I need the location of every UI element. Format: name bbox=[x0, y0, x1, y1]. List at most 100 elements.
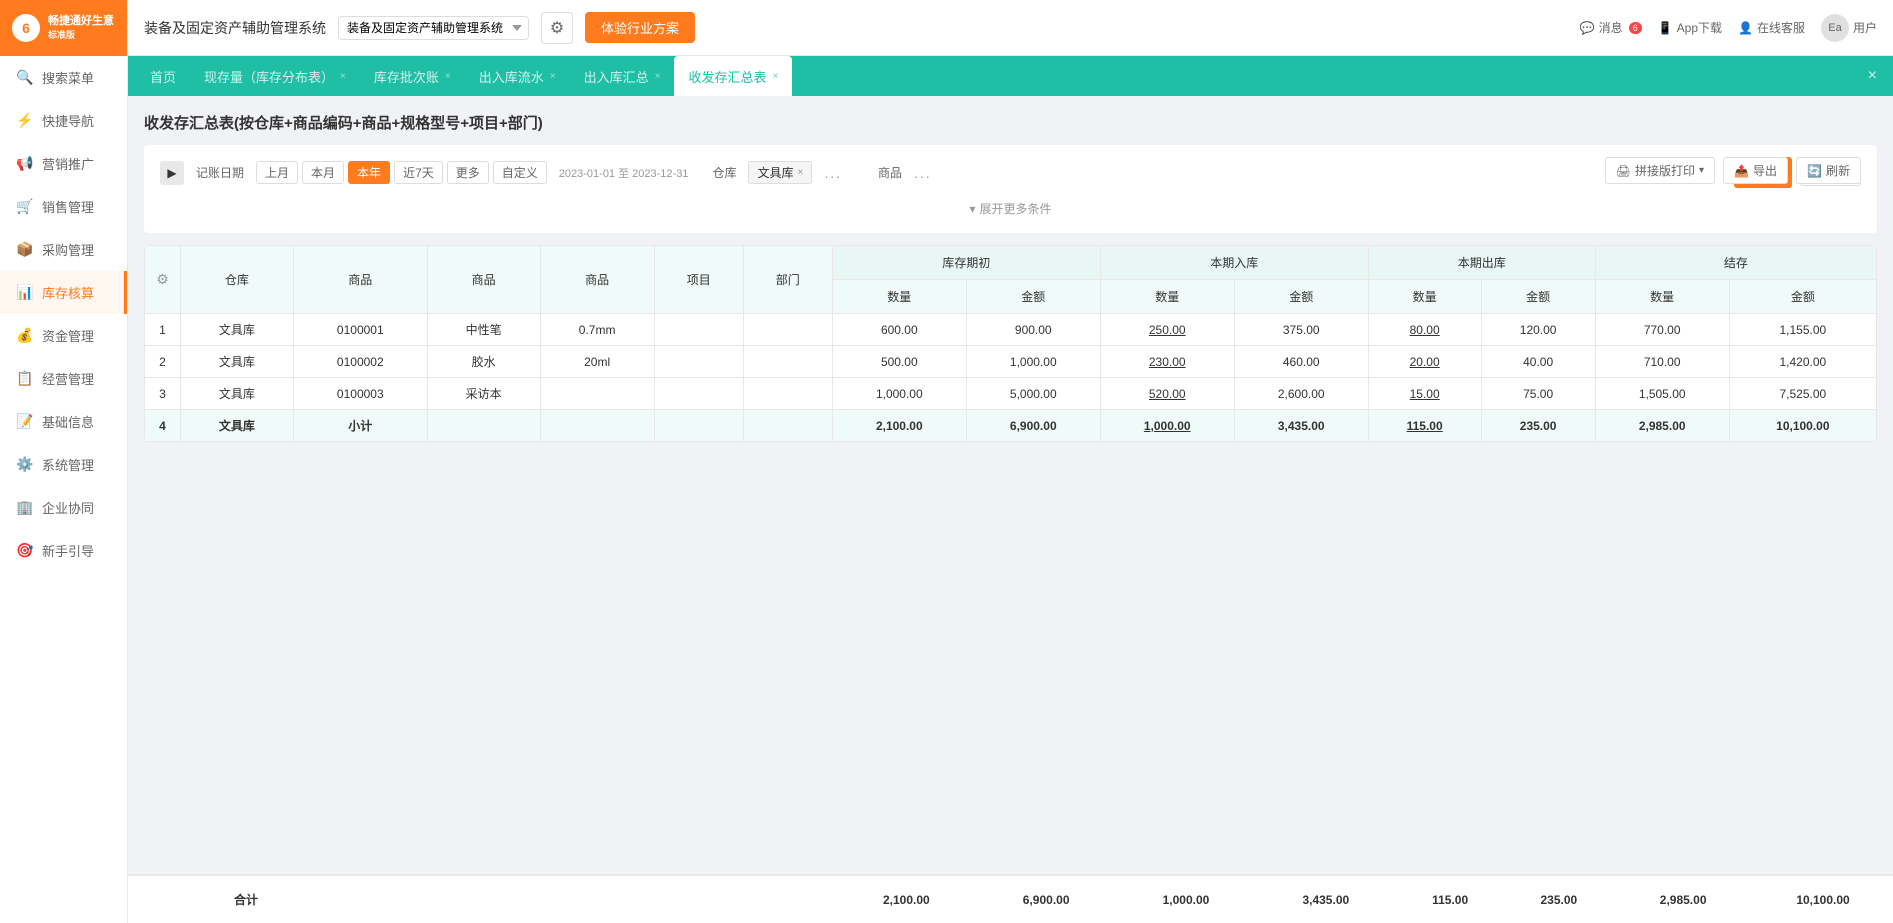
sidebar: 6 畅捷通好生意 标准版 🔍 搜索菜单 ⚡ 快捷导航 📢 营销推广 🛒 销售管理… bbox=[0, 0, 128, 923]
bottom-total-bar: 合计 2,100.00 6,900.00 1,000.00 3,435.00 1… bbox=[128, 874, 1893, 923]
sidebar-item-search[interactable]: 🔍 搜索菜单 bbox=[0, 56, 127, 99]
sidebar-item-marketing[interactable]: 📢 营销推广 bbox=[0, 142, 127, 185]
expand-btn[interactable]: ▾ 展开更多条件 bbox=[969, 200, 1051, 217]
logo-icon: 6 bbox=[12, 14, 40, 42]
phone-icon: 📱 bbox=[1658, 21, 1673, 35]
row-opening-amt: 900.00 bbox=[966, 314, 1100, 346]
export-btn[interactable]: 📤 导出 bbox=[1723, 157, 1788, 184]
warehouse-tag-close[interactable]: × bbox=[797, 167, 803, 178]
tab-recv-send[interactable]: 收发存汇总表 × bbox=[674, 56, 792, 96]
tab-flow[interactable]: 出入库流水 × bbox=[465, 56, 570, 96]
tab-home[interactable]: 首页 bbox=[136, 56, 190, 96]
row-department bbox=[743, 346, 832, 378]
user-profile-btn[interactable]: Ea 用户 bbox=[1821, 14, 1877, 42]
th-balance: 结存 bbox=[1595, 246, 1876, 280]
subtotal-in-qty[interactable]: 1,000.00 bbox=[1100, 410, 1234, 442]
data-table: ⚙ 仓库 商品 商品 商品 项目 部门 库存期初 本期入库 本期出库 结存 bbox=[144, 245, 1877, 442]
guide-icon: 🎯 bbox=[16, 542, 34, 560]
th-warehouse: 仓库 bbox=[181, 246, 294, 314]
subtotal-label: 小计 bbox=[293, 410, 427, 442]
table-row: 2 文具库 0100002 胶水 20ml 500.00 1,000.00 23… bbox=[145, 346, 1877, 378]
tab-summary[interactable]: 出入库汇总 × bbox=[570, 56, 675, 96]
th-out-amt: 金额 bbox=[1481, 280, 1595, 314]
system-selector[interactable]: 装备及固定资产辅助管理系统 bbox=[338, 16, 529, 40]
close-all-tabs-btn[interactable]: × bbox=[1852, 67, 1893, 85]
row-product-code: 0100002 bbox=[293, 346, 427, 378]
filter-toggle-btn[interactable]: ▶ bbox=[160, 161, 184, 185]
message-btn[interactable]: 💬 消息 6 bbox=[1580, 19, 1642, 36]
sidebar-item-guide[interactable]: 🎯 新手引导 bbox=[0, 529, 127, 572]
total-balance-qty: 2,985.00 bbox=[1613, 884, 1753, 915]
refresh-btn[interactable]: 🔄 刷新 bbox=[1796, 157, 1861, 184]
row-num: 3 bbox=[145, 378, 181, 410]
row-project bbox=[654, 314, 743, 346]
row-out-qty[interactable]: 80.00 bbox=[1368, 314, 1481, 346]
cart-icon: 🛒 bbox=[16, 198, 34, 216]
product-more-btn[interactable]: ... bbox=[914, 165, 932, 181]
row-out-qty[interactable]: 15.00 bbox=[1368, 378, 1481, 410]
product-label: 商品 bbox=[878, 164, 902, 181]
sidebar-item-system[interactable]: ⚙️ 系统管理 bbox=[0, 443, 127, 486]
tab-close-summary[interactable]: × bbox=[655, 71, 661, 82]
sidebar-item-sales[interactable]: 🛒 销售管理 bbox=[0, 185, 127, 228]
warehouse-more-btn[interactable]: ... bbox=[824, 165, 842, 181]
column-settings-icon[interactable]: ⚙ bbox=[156, 271, 169, 287]
row-out-amt: 75.00 bbox=[1481, 378, 1595, 410]
row-opening-qty: 600.00 bbox=[832, 314, 966, 346]
tab-close-batch[interactable]: × bbox=[445, 71, 451, 82]
inventory-icon: 📊 bbox=[16, 284, 34, 302]
row-product-name: 采访本 bbox=[427, 378, 540, 410]
sidebar-item-quick-nav[interactable]: ⚡ 快捷导航 bbox=[0, 99, 127, 142]
sidebar-item-operations[interactable]: 📋 经营管理 bbox=[0, 357, 127, 400]
tab-close-recv-send[interactable]: × bbox=[772, 71, 778, 82]
row-num: 1 bbox=[145, 314, 181, 346]
print-btn[interactable]: 🖨 拼接版打印 ▾ bbox=[1605, 157, 1715, 184]
row-balance-qty: 770.00 bbox=[1595, 314, 1729, 346]
row-out-amt: 40.00 bbox=[1481, 346, 1595, 378]
row-in-qty[interactable]: 520.00 bbox=[1100, 378, 1234, 410]
app-download-btn[interactable]: 📱 App下载 bbox=[1658, 19, 1722, 36]
tab-close-stock-dist[interactable]: × bbox=[340, 71, 346, 82]
online-service-btn[interactable]: 👤 在线客服 bbox=[1738, 19, 1805, 36]
row-in-qty[interactable]: 250.00 bbox=[1100, 314, 1234, 346]
date-btn-more[interactable]: 更多 bbox=[447, 161, 489, 184]
tab-close-flow[interactable]: × bbox=[550, 71, 556, 82]
expand-row: ▾ 展开更多条件 bbox=[160, 196, 1861, 221]
subtotal-row: 4 文具库 小计 2,100.00 6,900.00 1,000.00 3,43… bbox=[145, 410, 1877, 442]
sidebar-item-basic[interactable]: 📝 基础信息 bbox=[0, 400, 127, 443]
subtotal-warehouse: 文具库 bbox=[181, 410, 294, 442]
subtotal-num: 4 bbox=[145, 410, 181, 442]
row-balance-amt: 1,420.00 bbox=[1729, 346, 1876, 378]
system-title: 装备及固定资产辅助管理系统 bbox=[144, 18, 326, 38]
trial-btn[interactable]: 体验行业方案 bbox=[585, 12, 695, 43]
row-warehouse: 文具库 bbox=[181, 314, 294, 346]
message-icon: 💬 bbox=[1580, 21, 1595, 35]
date-btn-this-month[interactable]: 本月 bbox=[302, 161, 344, 184]
row-in-qty[interactable]: 230.00 bbox=[1100, 346, 1234, 378]
th-project: 项目 bbox=[654, 246, 743, 314]
message-badge: 6 bbox=[1629, 22, 1642, 34]
date-btn-7days[interactable]: 近7天 bbox=[394, 161, 443, 184]
expand-icon: ▾ bbox=[969, 202, 975, 216]
system-icon: ⚙️ bbox=[16, 456, 34, 474]
row-warehouse: 文具库 bbox=[181, 346, 294, 378]
th-in: 本期入库 bbox=[1100, 246, 1368, 280]
tab-batch[interactable]: 库存批次账 × bbox=[360, 56, 465, 96]
sidebar-item-purchase[interactable]: 📦 采购管理 bbox=[0, 228, 127, 271]
row-out-qty[interactable]: 20.00 bbox=[1368, 346, 1481, 378]
subtotal-opening-amt: 6,900.00 bbox=[966, 410, 1100, 442]
row-in-amt: 2,600.00 bbox=[1234, 378, 1368, 410]
date-btn-this-year[interactable]: 本年 bbox=[348, 161, 390, 184]
row-project bbox=[654, 378, 743, 410]
row-num: 2 bbox=[145, 346, 181, 378]
topbar: 装备及固定资产辅助管理系统 装备及固定资产辅助管理系统 ⚙ 体验行业方案 💬 消… bbox=[128, 0, 1893, 56]
tab-stock-dist[interactable]: 现存量（库存分布表） × bbox=[190, 56, 360, 96]
date-btn-custom[interactable]: 自定义 bbox=[493, 161, 547, 184]
date-btn-last-month[interactable]: 上月 bbox=[256, 161, 298, 184]
sidebar-item-finance[interactable]: 💰 资金管理 bbox=[0, 314, 127, 357]
sidebar-item-enterprise[interactable]: 🏢 企业协同 bbox=[0, 486, 127, 529]
th-settings: ⚙ bbox=[145, 246, 181, 314]
subtotal-out-qty[interactable]: 115.00 bbox=[1368, 410, 1481, 442]
settings-gear-btn[interactable]: ⚙ bbox=[541, 12, 573, 44]
sidebar-item-inventory[interactable]: 📊 库存核算 bbox=[0, 271, 127, 314]
